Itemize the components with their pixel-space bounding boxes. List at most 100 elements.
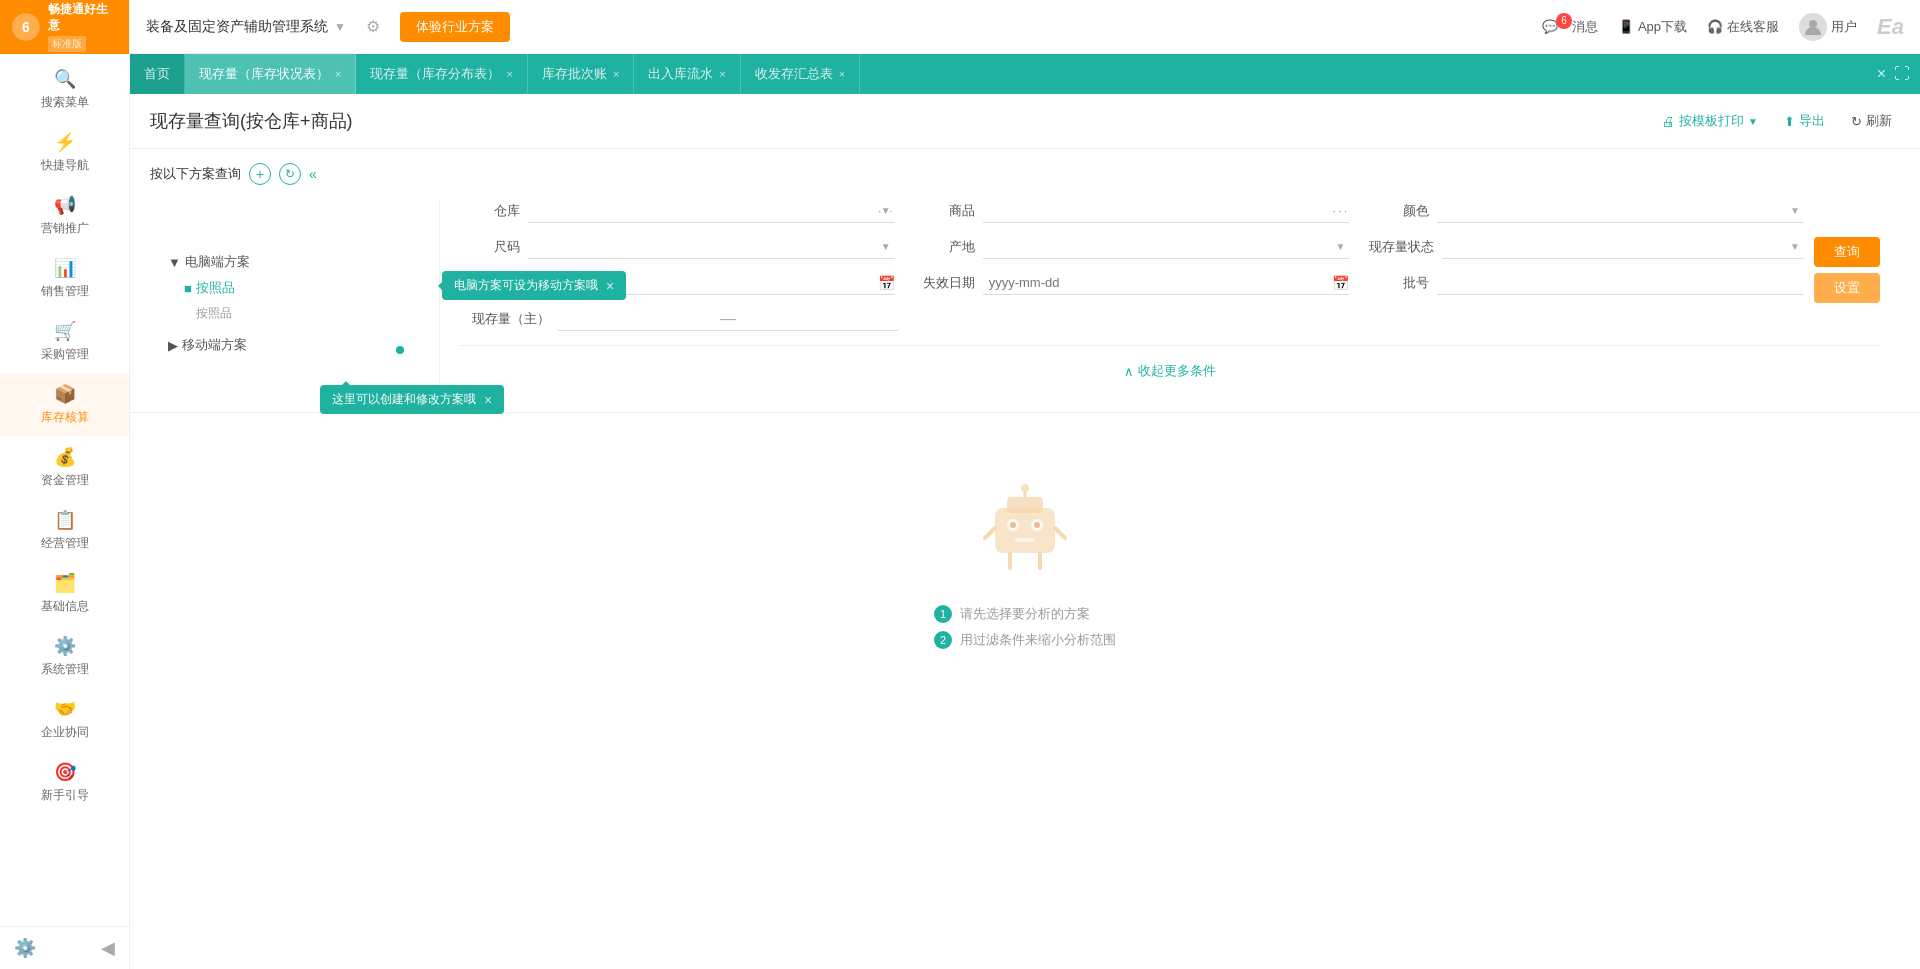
main-area: 装备及固定资产辅助管理系统 ▼ ⚙ 体验行业方案 💬 6 消息 📱 App下载 … xyxy=(130,0,1920,969)
calendar-icon2[interactable]: 📅 xyxy=(1332,275,1349,291)
handshake-icon: 🤝 xyxy=(54,698,76,720)
stock-qty-max-input[interactable] xyxy=(740,307,898,330)
tab-label: 库存批次账 xyxy=(542,65,607,83)
sidebar-item-cooperation[interactable]: 🤝 企业协同 xyxy=(0,688,129,751)
stock-status-input[interactable] xyxy=(1442,235,1804,258)
tab-close-icon[interactable]: × xyxy=(839,68,845,80)
tooltip1-text: 电脑方案可设为移动方案哦 xyxy=(454,277,598,294)
goods-label: 商品 xyxy=(915,202,975,220)
sidebar-item-quick[interactable]: ⚡ 快捷导航 xyxy=(0,121,129,184)
sidebar-item-label: 系统管理 xyxy=(41,661,89,678)
tooltip1-close-icon[interactable]: × xyxy=(606,278,614,294)
export-button[interactable]: ⬆ 导出 xyxy=(1776,108,1833,134)
user-menu[interactable]: 用户 xyxy=(1799,13,1857,41)
print-label: 按模板打印 xyxy=(1679,112,1744,130)
tooltip2-close-icon[interactable]: × xyxy=(484,392,492,408)
refresh-scheme-button[interactable]: ↻ xyxy=(279,163,301,185)
tab-home[interactable]: 首页 xyxy=(130,54,185,94)
tab-summary[interactable]: 收发存汇总表 × xyxy=(741,54,860,94)
tab-close-icon[interactable]: × xyxy=(335,68,341,80)
tooltip2-text: 这里可以创建和修改方案哦 xyxy=(332,391,476,408)
sidebar-item-label: 快捷导航 xyxy=(41,157,89,174)
size-input[interactable] xyxy=(528,235,895,258)
stock-qty-min-input[interactable] xyxy=(558,307,716,330)
logo-badge: 标准版 xyxy=(48,36,86,52)
filter-fields-panel: 仓库 ··· ▼ 商品 xyxy=(440,199,1900,398)
sidebar-item-base[interactable]: 🗂️ 基础信息 xyxy=(0,562,129,625)
warehouse-dots[interactable]: ··· xyxy=(878,203,895,218)
scheme-item-sub[interactable]: 按照品 xyxy=(160,301,439,326)
tab-inout[interactable]: 出入库流水 × xyxy=(634,54,740,94)
tab-close-icon[interactable]: × xyxy=(719,68,725,80)
sidebar-item-marketing[interactable]: 📢 营销推广 xyxy=(0,184,129,247)
color-input[interactable] xyxy=(1437,199,1804,222)
expire-date-start-wrapper: 📅 xyxy=(983,271,1350,295)
dropdown-arrow-icon[interactable]: ▼ xyxy=(334,20,346,34)
sidebar-item-search[interactable]: 🔍 搜索菜单 xyxy=(0,58,129,121)
stock-status-field: 现存量状态 ▼ xyxy=(1369,235,1804,259)
tooltip-desktop-scheme: 电脑方案可设为移动方案哦 × xyxy=(442,271,626,300)
reset-button[interactable]: 设置 xyxy=(1814,273,1880,303)
filter-row-4: 现存量（主） — xyxy=(460,307,1804,331)
svg-line-12 xyxy=(985,528,995,538)
sidebar-item-inventory[interactable]: 📦 库存核算 xyxy=(0,373,129,436)
calendar-icon[interactable]: 📅 xyxy=(878,275,895,291)
sidebar-item-operations[interactable]: 📋 经营管理 xyxy=(0,499,129,562)
size-select-wrapper: ▼ xyxy=(528,235,895,259)
tab-label: 出入库流水 xyxy=(648,65,713,83)
batch-no-input[interactable] xyxy=(1437,271,1804,295)
mobile-scheme-group[interactable]: ▶ 移动端方案 xyxy=(160,332,439,358)
app-download-button[interactable]: 📱 App下载 xyxy=(1618,18,1687,36)
tab-inventory-dist[interactable]: 现存量（库存分布表） × xyxy=(356,54,527,94)
scheme-item-by-product[interactable]: ■ 按照品 xyxy=(160,275,439,301)
fullscreen-icon[interactable]: ⛶ xyxy=(1894,65,1910,83)
close-all-tabs-icon[interactable]: × xyxy=(1877,65,1886,83)
expire-date-start-input[interactable] xyxy=(983,271,1333,294)
size-label: 尺码 xyxy=(460,238,520,256)
tabs-actions: × ⛶ xyxy=(1877,65,1920,83)
sidebar-item-newbie[interactable]: 🎯 新手引导 xyxy=(0,751,129,814)
app-label: App下载 xyxy=(1638,18,1687,36)
stock-qty-label: 现存量（主） xyxy=(460,310,550,328)
box-icon: 📦 xyxy=(54,383,76,405)
messages-button[interactable]: 💬 6 消息 xyxy=(1542,18,1598,36)
trial-button[interactable]: 体验行业方案 xyxy=(400,12,510,42)
svg-point-7 xyxy=(1010,522,1016,528)
query-button[interactable]: 查询 xyxy=(1814,237,1880,267)
filter-row-1: 仓库 ··· ▼ 商品 xyxy=(460,199,1804,223)
add-scheme-button[interactable]: + xyxy=(249,163,271,185)
collapse-sidebar-icon[interactable]: ◀ xyxy=(101,937,115,959)
goods-dots[interactable]: ··· xyxy=(1332,203,1349,218)
svg-point-8 xyxy=(1034,522,1040,528)
desktop-scheme-group[interactable]: ▼ 电脑端方案 xyxy=(160,249,439,275)
stock-status-select-wrapper: ▼ xyxy=(1442,235,1804,259)
svg-text:6: 6 xyxy=(22,19,30,35)
sidebar-item-assets[interactable]: 💰 资金管理 xyxy=(0,436,129,499)
collapse-button[interactable]: ∧ 收起更多条件 xyxy=(460,354,1880,388)
svg-point-2 xyxy=(1809,20,1817,28)
tab-label: 收发存汇总表 xyxy=(755,65,833,83)
tab-label: 现存量（库存分布表） xyxy=(370,65,500,83)
print-button[interactable]: 🖨 按模板打印 ▼ xyxy=(1654,108,1766,134)
goods-select-wrapper: ··· xyxy=(983,199,1350,223)
origin-input[interactable] xyxy=(983,235,1350,258)
goods-input[interactable] xyxy=(983,199,1333,222)
settings-button[interactable]: ⚙ xyxy=(358,12,388,42)
settings-bottom-icon[interactable]: ⚙️ xyxy=(14,937,36,959)
sidebar-item-purchase[interactable]: 🛒 采购管理 xyxy=(0,310,129,373)
tab-close-icon[interactable]: × xyxy=(506,68,512,80)
tab-inventory-status[interactable]: 现存量（库存状况表） × xyxy=(185,54,356,94)
svg-rect-9 xyxy=(1015,538,1035,542)
sidebar-item-system[interactable]: ⚙️ 系统管理 xyxy=(0,625,129,688)
sidebar-item-label: 营销推广 xyxy=(41,220,89,237)
support-button[interactable]: 🎧 在线客服 xyxy=(1707,18,1779,36)
tab-close-icon[interactable]: × xyxy=(613,68,619,80)
refresh-button[interactable]: ↻ 刷新 xyxy=(1843,108,1900,134)
phone-icon: 📱 xyxy=(1618,19,1634,34)
tab-batch[interactable]: 库存批次账 × xyxy=(528,54,634,94)
warehouse-input[interactable] xyxy=(528,199,878,222)
scheme-arrow-icon[interactable]: « xyxy=(309,166,317,182)
desktop-scheme-label: 电脑端方案 xyxy=(185,253,250,271)
hint-number-1: 1 xyxy=(934,605,952,623)
sidebar-item-sales[interactable]: 📊 销售管理 xyxy=(0,247,129,310)
